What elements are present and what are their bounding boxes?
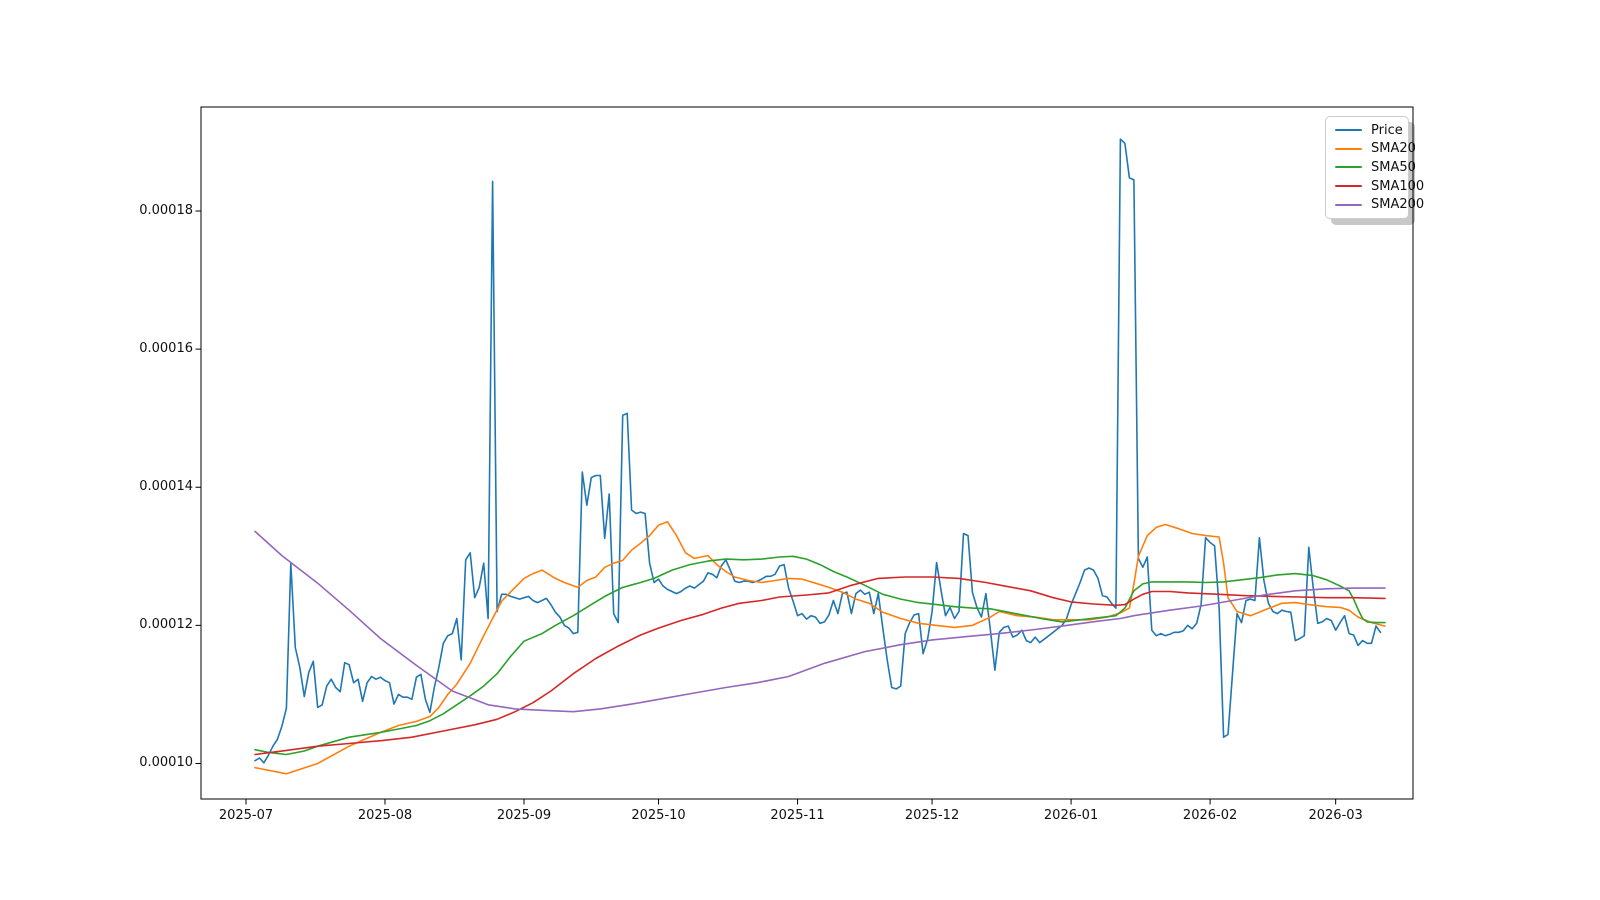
legend-line-swatch	[1335, 129, 1362, 132]
legend-item-sma20: SMA20	[1335, 140, 1416, 158]
y-tick-label: 0.00012	[139, 617, 193, 633]
y-tick-label: 0.00016	[139, 341, 193, 357]
legend-label: SMA200	[1371, 197, 1425, 213]
x-tick-label: 2025-07	[218, 808, 274, 823]
x-tick-label: 2025-09	[496, 808, 552, 823]
x-tick-label: 2025-11	[770, 808, 825, 823]
x-tick-label: 2025-08	[357, 808, 413, 823]
legend-line-swatch	[1335, 166, 1362, 169]
legend-item-sma200: SMA200	[1335, 196, 1424, 214]
legend-item-sma100: SMA100	[1335, 177, 1424, 195]
y-tick-label: 0.00018	[139, 203, 193, 218]
legend-label: SMA20	[1371, 141, 1416, 157]
x-tick-label: 2025-10	[631, 808, 686, 823]
y-tick-label: 0.00010	[139, 755, 193, 771]
legend-line-swatch	[1335, 147, 1362, 150]
price-sma-chart-figure: 0.00018 0.00016 0.00014 0.00012 0.00010 …	[0, 0, 1600, 900]
legend-label: Price	[1371, 122, 1403, 138]
legend-label: SMA50	[1371, 159, 1416, 175]
x-tick-label: 2025-12	[904, 808, 960, 823]
y-tick-label: 0.00014	[139, 479, 193, 495]
legend-item-sma50: SMA50	[1335, 158, 1416, 176]
series-line-price	[254, 138, 1382, 764]
x-tick-label: 2026-02	[1182, 808, 1238, 823]
legend-item-price: Price	[1335, 121, 1408, 139]
x-tick-label: 2026-01	[1043, 808, 1099, 823]
x-tick-label: 2026-03	[1308, 808, 1363, 823]
legend: Price SMA20 SMA50 SMA100 SMA200	[1325, 116, 1424, 219]
series-line-sma50	[254, 555, 1386, 756]
legend-line-swatch	[1335, 185, 1362, 188]
legend-line-swatch	[1335, 203, 1362, 206]
legend-label: SMA100	[1371, 178, 1425, 194]
